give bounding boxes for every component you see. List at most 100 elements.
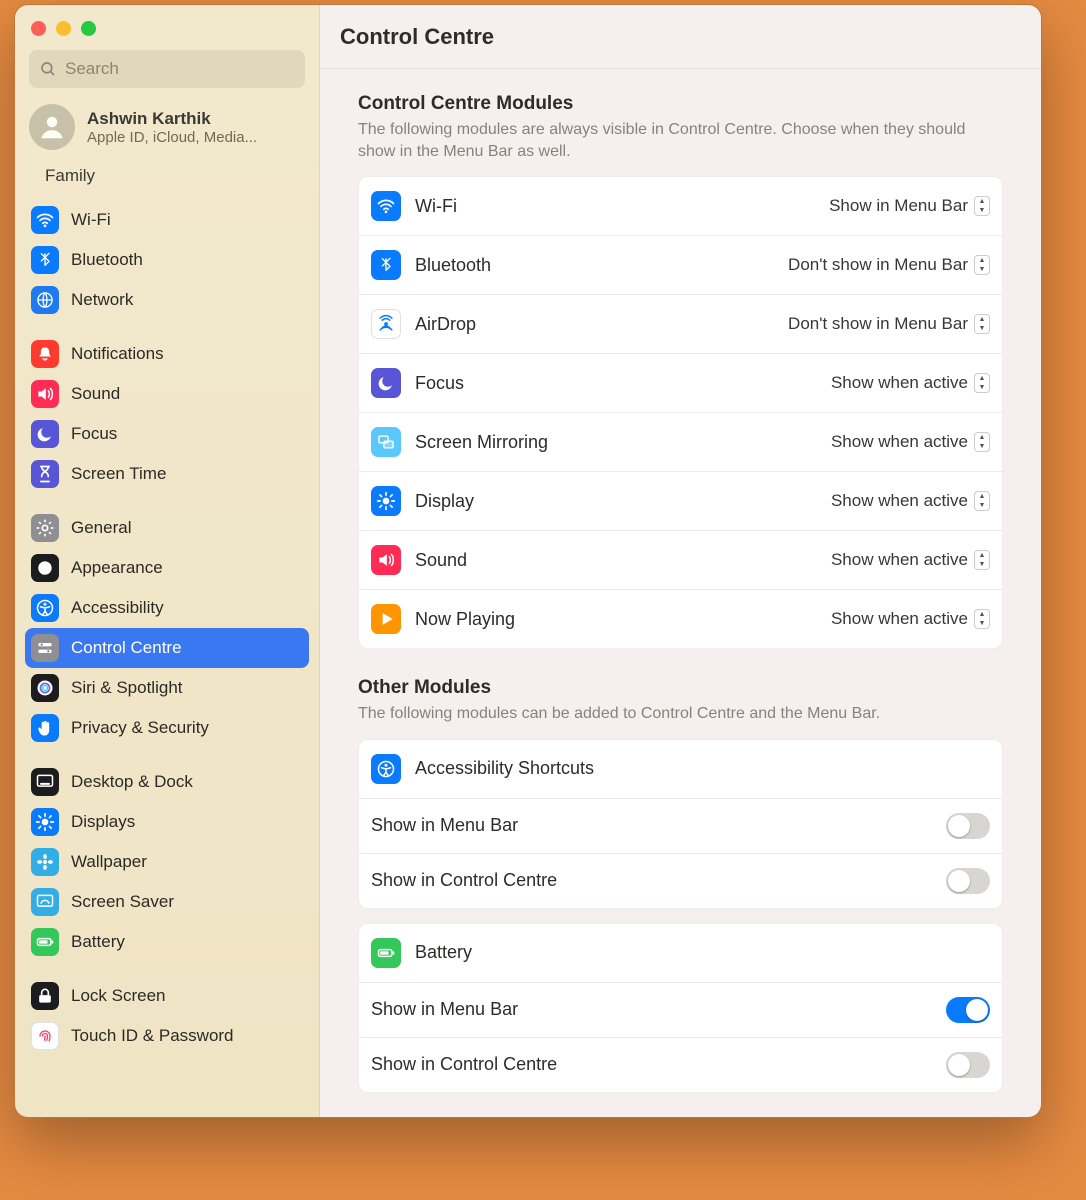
account-row[interactable]: Ashwin Karthik Apple ID, iCloud, Media..… — [15, 100, 319, 160]
content: Control Centre Modules The following mod… — [320, 69, 1041, 1117]
moon-icon — [31, 420, 59, 448]
picker-value: Show when active — [831, 491, 968, 511]
sidebar-item-label: Desktop & Dock — [71, 772, 193, 792]
other-card-o-battery: BatteryShow in Menu BarShow in Control C… — [358, 923, 1003, 1093]
module-label: Wi-Fi — [415, 196, 815, 217]
globe-icon — [31, 286, 59, 314]
wifi-icon — [371, 191, 401, 221]
sidebar-item-appearance[interactable]: Appearance — [25, 548, 309, 588]
sidebar-nav: Wi-FiBluetooth Network Notifications Sound F… — [15, 198, 319, 1076]
dock-icon — [31, 768, 59, 796]
sidebar-item-battery[interactable]: Battery — [25, 922, 309, 962]
account-name: Ashwin Karthik — [87, 109, 257, 129]
module-row-m-mirror: Screen MirroringShow when active▲▼ — [359, 413, 1002, 472]
bluetooth-icon — [31, 246, 59, 274]
module-picker-m-nowplaying[interactable]: Show when active ▲▼ — [831, 609, 990, 629]
module-row-m-airdrop: AirDropDon't show in Menu Bar▲▼ — [359, 295, 1002, 354]
toggle-row: Show in Menu Bar — [359, 983, 1002, 1038]
sidebar-item-accessibility[interactable]: Accessibility — [25, 588, 309, 628]
sidebar-item-displays[interactable]: Displays — [25, 802, 309, 842]
sidebar-item-controlcentre[interactable]: Control Centre — [25, 628, 309, 668]
sidebar-item-label: Sound — [71, 384, 120, 404]
sidebar-item-touchid[interactable]: Touch ID & Password — [25, 1016, 309, 1056]
accessibility-icon — [371, 754, 401, 784]
module-label: Bluetooth — [415, 255, 774, 276]
toggle-label: Show in Control Centre — [371, 870, 932, 891]
module-picker-m-bluetooth[interactable]: Don't show in Menu Bar▲▼ — [788, 255, 990, 275]
sidebar-item-lockscreen[interactable]: Lock Screen — [25, 976, 309, 1016]
sidebar-item-screensaver[interactable]: Screen Saver — [25, 882, 309, 922]
wifi-icon — [31, 206, 59, 234]
module-picker-m-display[interactable]: Show when active ▲▼ — [831, 491, 990, 511]
search-input[interactable]: Search — [29, 50, 305, 88]
family-row[interactable]: Family — [15, 160, 319, 198]
gear-icon — [31, 514, 59, 542]
window-controls — [15, 17, 319, 50]
toggle-o-access-0[interactable] — [946, 813, 990, 839]
sidebar-item-wifi[interactable]: Wi-Fi — [25, 200, 309, 240]
sidebar-item-sound[interactable]: Sound — [25, 374, 309, 414]
module-picker-m-sound[interactable]: Show when active▲▼ — [831, 550, 990, 570]
sidebar-item-bluetooth[interactable]: Bluetooth — [25, 240, 309, 280]
stepper-icon: ▲▼ — [974, 373, 990, 393]
sidebar-item-label: Battery — [71, 932, 125, 952]
module-picker-m-airdrop[interactable]: Don't show in Menu Bar▲▼ — [788, 314, 990, 334]
toggle-o-access-1[interactable] — [946, 868, 990, 894]
toggle-o-battery-1[interactable] — [946, 1052, 990, 1078]
sidebar-item-label: Privacy & Security — [71, 718, 209, 738]
mirror-icon — [371, 427, 401, 457]
modules-section-desc: The following modules are always visible… — [358, 119, 978, 162]
stepper-icon: ▲▼ — [974, 491, 990, 511]
toggle-row: Show in Menu Bar — [359, 799, 1002, 854]
sidebar-item-desktop[interactable]: Desktop & Dock — [25, 762, 309, 802]
sidebar-item-label: General — [71, 518, 131, 538]
picker-value: Show when active — [831, 432, 968, 452]
hand-icon — [31, 714, 59, 742]
stepper-icon: ▲▼ — [974, 609, 990, 629]
module-label: Focus — [415, 373, 817, 394]
other-section-title: Other Modules — [358, 677, 1003, 699]
search-placeholder: Search — [65, 59, 119, 79]
sidebar-item-notifications[interactable]: Notifications — [25, 334, 309, 374]
stepper-icon: ▲▼ — [974, 196, 990, 216]
fullscreen-button[interactable] — [81, 21, 96, 36]
module-picker-m-wifi[interactable]: Show in Menu Bar▲▼ — [829, 196, 990, 216]
sidebar-item-label: Siri & Spotlight — [71, 678, 183, 698]
avatar — [29, 104, 75, 150]
toggle-o-battery-0[interactable] — [946, 997, 990, 1023]
other-header-o-battery: Battery — [359, 924, 1002, 983]
sidebar-item-label: Displays — [71, 812, 135, 832]
sidebar-item-network[interactable]: Network — [25, 280, 309, 320]
screensaver-icon — [31, 888, 59, 916]
main-pane: Control Centre Control Centre Modules Th… — [320, 5, 1041, 1117]
sidebar-item-label: Focus — [71, 424, 117, 444]
moon-icon — [371, 368, 401, 398]
sidebar-item-label: Network — [71, 290, 133, 310]
sidebar-item-focus[interactable]: Focus — [25, 414, 309, 454]
sidebar-item-siri[interactable]: Siri & Spotlight — [25, 668, 309, 708]
modules-section-title: Control Centre Modules — [358, 93, 1003, 115]
sidebar-item-general[interactable]: General — [25, 508, 309, 548]
toggle-label: Show in Menu Bar — [371, 815, 932, 836]
sidebar-item-label: Lock Screen — [71, 986, 166, 1006]
toggle-label: Show in Menu Bar — [371, 999, 932, 1020]
minimize-button[interactable] — [56, 21, 71, 36]
bluetooth-icon — [371, 250, 401, 280]
sidebar-item-label: Screen Time — [71, 464, 166, 484]
sidebar-item-privacy[interactable]: Privacy & Security — [25, 708, 309, 748]
sidebar-item-screentime[interactable]: Screen Time — [25, 454, 309, 494]
module-picker-m-mirror[interactable]: Show when active▲▼ — [831, 432, 990, 452]
module-row-m-wifi: Wi-Fi Show in Menu Bar▲▼ — [359, 177, 1002, 236]
picker-value: Don't show in Menu Bar — [788, 314, 968, 334]
module-row-m-focus: Focus Show when active▲▼ — [359, 354, 1002, 413]
stepper-icon: ▲▼ — [974, 550, 990, 570]
sidebar-item-wallpaper[interactable]: Wallpaper — [25, 842, 309, 882]
module-row-m-nowplaying: Now PlayingShow when active▲▼ — [359, 590, 1002, 648]
airdrop-icon — [371, 309, 401, 339]
picker-value: Show when active — [831, 609, 968, 629]
module-label: Sound — [415, 550, 817, 571]
accessibility-icon — [31, 594, 59, 622]
close-button[interactable] — [31, 21, 46, 36]
module-picker-m-focus[interactable]: Show when active▲▼ — [831, 373, 990, 393]
speaker-icon — [31, 380, 59, 408]
